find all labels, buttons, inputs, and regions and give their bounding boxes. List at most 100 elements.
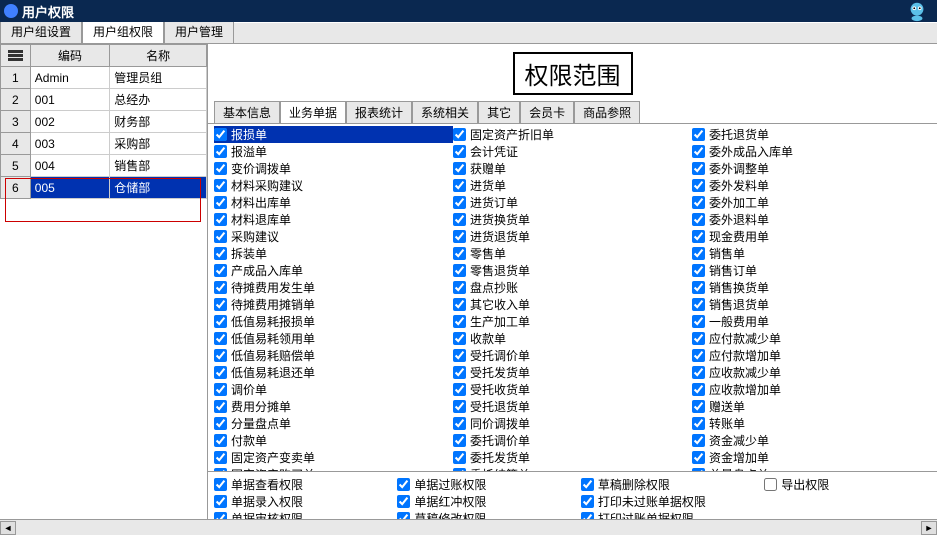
perm-item[interactable]: 销售单 xyxy=(692,245,931,262)
perm-checkbox[interactable] xyxy=(692,196,705,209)
perm-item[interactable]: 进货单 xyxy=(453,177,692,194)
cell-name[interactable]: 销售部 xyxy=(110,155,207,177)
footer-perm-checkbox[interactable] xyxy=(397,495,410,508)
perm-checkbox[interactable] xyxy=(692,145,705,158)
perm-item[interactable]: 产成品入库单 xyxy=(214,262,453,279)
perm-checkbox[interactable] xyxy=(214,162,227,175)
perm-item[interactable]: 销售退货单 xyxy=(692,296,931,313)
perm-item[interactable]: 拆装单 xyxy=(214,245,453,262)
table-row[interactable]: 1Admin管理员组 xyxy=(1,67,207,89)
perm-checkbox[interactable] xyxy=(453,298,466,311)
perm-checkbox[interactable] xyxy=(692,128,705,141)
perm-checkbox[interactable] xyxy=(692,332,705,345)
perm-checkbox[interactable] xyxy=(214,400,227,413)
perm-checkbox[interactable] xyxy=(453,264,466,277)
perm-item[interactable]: 低值易耗赔偿单 xyxy=(214,347,453,364)
subtab-0[interactable]: 基本信息 xyxy=(214,101,280,123)
perm-checkbox[interactable] xyxy=(453,247,466,260)
perm-item[interactable]: 资金增加单 xyxy=(692,449,931,466)
cell-name[interactable]: 财务部 xyxy=(110,111,207,133)
perm-item[interactable]: 资金减少单 xyxy=(692,432,931,449)
cell-name[interactable]: 总经办 xyxy=(110,89,207,111)
perm-checkbox[interactable] xyxy=(214,332,227,345)
perm-checkbox[interactable] xyxy=(214,451,227,464)
perm-item[interactable]: 受托发货单 xyxy=(453,364,692,381)
perm-item[interactable]: 同价调拨单 xyxy=(453,415,692,432)
perm-checkbox[interactable] xyxy=(692,281,705,294)
perm-item[interactable]: 进货换货单 xyxy=(453,211,692,228)
footer-perm-item[interactable]: 打印未过账单据权限 xyxy=(581,493,764,510)
permissions-scroll[interactable]: 报损单报溢单变价调拨单材料采购建议材料出库单材料退库单采购建议拆装单产成品入库单… xyxy=(208,124,937,472)
cell-code[interactable]: 002 xyxy=(30,111,109,133)
perm-checkbox[interactable] xyxy=(453,349,466,362)
perm-checkbox[interactable] xyxy=(453,400,466,413)
cell-name[interactable]: 采购部 xyxy=(110,133,207,155)
perm-item[interactable]: 采购建议 xyxy=(214,228,453,245)
cell-name[interactable]: 仓储部 xyxy=(110,177,207,199)
perm-checkbox[interactable] xyxy=(214,383,227,396)
perm-checkbox[interactable] xyxy=(214,468,227,472)
row-header[interactable]: 3 xyxy=(1,111,31,133)
perm-item[interactable]: 委外成品入库单 xyxy=(692,143,931,160)
perm-item[interactable]: 获赠单 xyxy=(453,160,692,177)
perm-checkbox[interactable] xyxy=(214,315,227,328)
perm-item[interactable]: 受托调价单 xyxy=(453,347,692,364)
perm-checkbox[interactable] xyxy=(453,196,466,209)
perm-item[interactable]: 分量盘点单 xyxy=(214,415,453,432)
perm-checkbox[interactable] xyxy=(692,179,705,192)
perm-checkbox[interactable] xyxy=(214,128,227,141)
perm-item[interactable]: 固定资产购买单 xyxy=(214,466,453,472)
perm-item[interactable]: 委外退料单 xyxy=(692,211,931,228)
footer-perm-item[interactable]: 单据录入权限 xyxy=(214,493,397,510)
perm-item[interactable]: 应收款减少单 xyxy=(692,364,931,381)
perm-item[interactable]: 委外发料单 xyxy=(692,177,931,194)
subtab-5[interactable]: 会员卡 xyxy=(520,101,574,123)
footer-perm-checkbox[interactable] xyxy=(214,478,227,491)
perm-checkbox[interactable] xyxy=(453,451,466,464)
perm-checkbox[interactable] xyxy=(692,383,705,396)
footer-perm-checkbox[interactable] xyxy=(581,478,594,491)
perm-checkbox[interactable] xyxy=(214,434,227,447)
footer-perm-checkbox[interactable] xyxy=(581,495,594,508)
table-row[interactable]: 3002财务部 xyxy=(1,111,207,133)
row-header[interactable]: 4 xyxy=(1,133,31,155)
perm-checkbox[interactable] xyxy=(453,162,466,175)
perm-item[interactable]: 应付款增加单 xyxy=(692,347,931,364)
footer-perm-checkbox[interactable] xyxy=(764,478,777,491)
perm-checkbox[interactable] xyxy=(692,434,705,447)
footer-perm-item[interactable]: 单据过账权限 xyxy=(397,476,580,493)
perm-checkbox[interactable] xyxy=(692,298,705,311)
perm-item[interactable]: 材料退库单 xyxy=(214,211,453,228)
perm-item[interactable]: 零售单 xyxy=(453,245,692,262)
cell-name[interactable]: 管理员组 xyxy=(110,67,207,89)
footer-perm-item[interactable]: 导出权限 xyxy=(764,476,931,493)
subtab-2[interactable]: 报表统计 xyxy=(346,101,412,123)
perm-item[interactable]: 转账单 xyxy=(692,415,931,432)
perm-item[interactable]: 低值易耗退还单 xyxy=(214,364,453,381)
perm-item[interactable]: 一般费用单 xyxy=(692,313,931,330)
perm-checkbox[interactable] xyxy=(453,213,466,226)
perm-item[interactable]: 会计凭证 xyxy=(453,143,692,160)
perm-item[interactable]: 付款单 xyxy=(214,432,453,449)
perm-checkbox[interactable] xyxy=(214,264,227,277)
perm-item[interactable]: 材料采购建议 xyxy=(214,177,453,194)
perm-checkbox[interactable] xyxy=(453,332,466,345)
row-header[interactable]: 1 xyxy=(1,67,31,89)
grid-header-name[interactable]: 名称 xyxy=(110,45,207,67)
cell-code[interactable]: 005 xyxy=(30,177,109,199)
perm-checkbox[interactable] xyxy=(453,383,466,396)
perm-item[interactable]: 销售订单 xyxy=(692,262,931,279)
perm-checkbox[interactable] xyxy=(692,247,705,260)
perm-item[interactable]: 固定资产折旧单 xyxy=(453,126,692,143)
perm-checkbox[interactable] xyxy=(214,145,227,158)
perm-item[interactable]: 进货订单 xyxy=(453,194,692,211)
perm-checkbox[interactable] xyxy=(214,179,227,192)
scroll-left-button[interactable]: ◄ xyxy=(0,521,16,535)
perm-checkbox[interactable] xyxy=(692,230,705,243)
cell-code[interactable]: 001 xyxy=(30,89,109,111)
perm-checkbox[interactable] xyxy=(214,298,227,311)
perm-item[interactable]: 盘点抄账 xyxy=(453,279,692,296)
perm-item[interactable]: 委托退货单 xyxy=(692,126,931,143)
perm-checkbox[interactable] xyxy=(214,196,227,209)
perm-item[interactable]: 销售换货单 xyxy=(692,279,931,296)
